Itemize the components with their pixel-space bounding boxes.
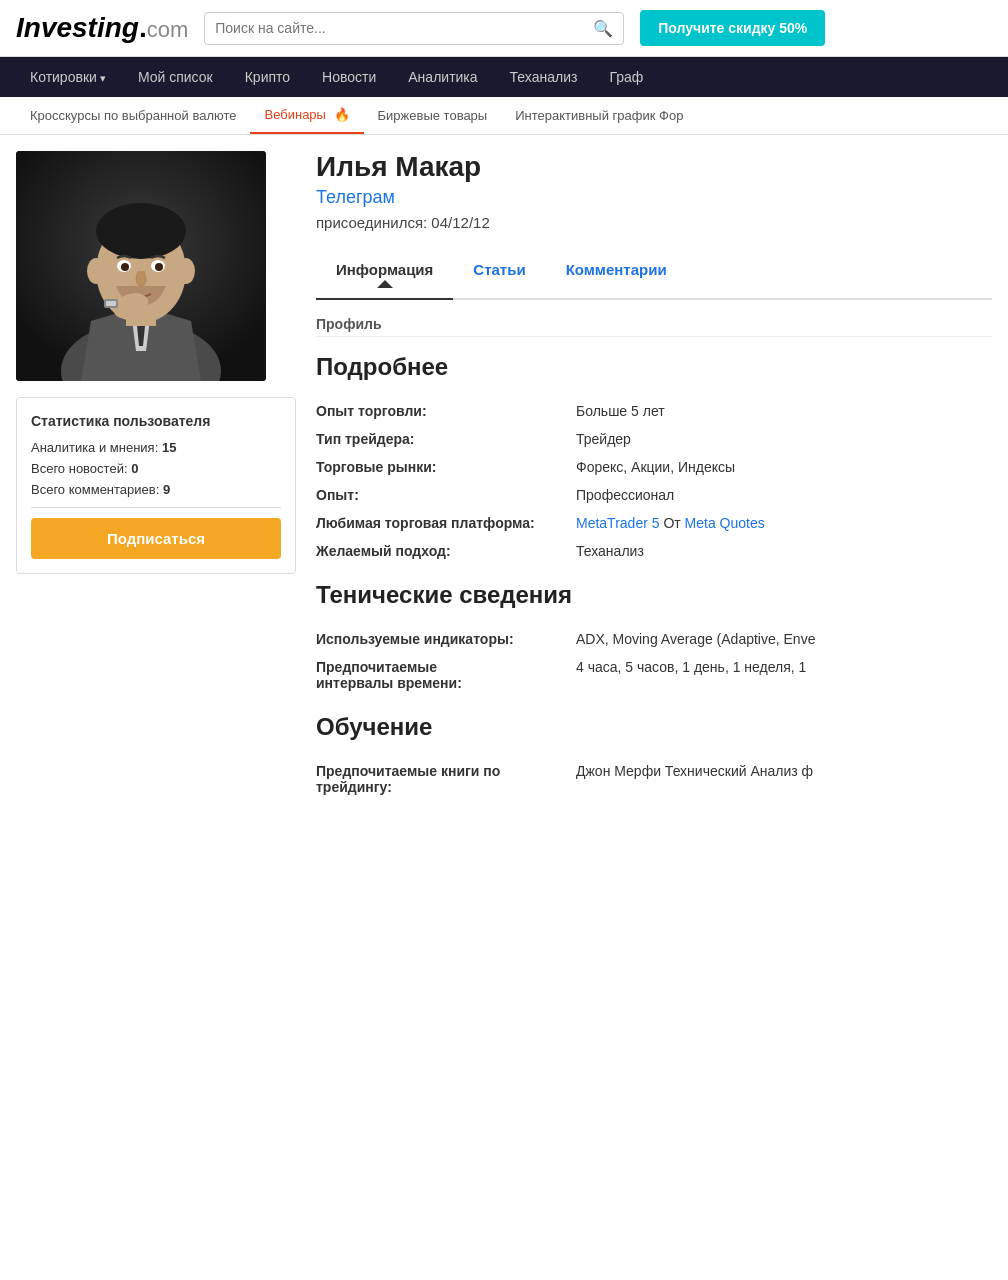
svg-rect-17 [106, 301, 116, 306]
metatrader-link[interactable]: MetaTrader 5 [576, 515, 660, 531]
logo-com: com [147, 17, 189, 42]
logo-investing: Investing [16, 12, 139, 43]
svg-point-12 [121, 263, 129, 271]
svg-point-7 [96, 203, 186, 259]
nav-item-crypto[interactable]: Крипто [231, 57, 304, 97]
stats-comments-label: Всего комментариев: [31, 482, 159, 497]
svg-point-9 [177, 258, 195, 284]
tab-comments[interactable]: Комментарии [546, 251, 687, 300]
detail-value-0: Больше 5 лет [576, 397, 992, 425]
table-row: Желаемый подход: Теханализ [316, 537, 992, 565]
stats-news-value: 0 [131, 461, 138, 476]
detail-key-0: Опыт торговли: [316, 397, 576, 425]
education-table: Предпочитаемые книги потрейдингу: Джон М… [316, 757, 992, 801]
content-area: Статистика пользователя Аналитика и мнен… [0, 135, 1008, 825]
nav-item-mylist[interactable]: Мой список [124, 57, 227, 97]
svg-point-13 [155, 263, 163, 271]
subnav-webinars[interactable]: Вебинары 🔥 [250, 97, 363, 134]
subnav-interactive-chart[interactable]: Интерактивный график Фор [501, 98, 697, 133]
technical-key-1: Предпочитаемыеинтервалы времени: [316, 653, 576, 697]
search-icon: 🔍 [593, 19, 613, 38]
subnav-commodities[interactable]: Биржевые товары [364, 98, 502, 133]
logo-dot: . [139, 12, 147, 43]
tab-articles[interactable]: Статьи [453, 251, 545, 300]
profile-telegram-link[interactable]: Телеграм [316, 187, 992, 208]
detail-value-3: Профессионал [576, 481, 992, 509]
stats-analytics-row: Аналитика и мнения: 15 [31, 440, 281, 455]
education-key-0: Предпочитаемые книги потрейдингу: [316, 757, 576, 801]
profile-joined: присоединился: 04/12/12 [316, 214, 992, 231]
tabs: Информация Статьи Комментарии [316, 251, 992, 300]
tab-information[interactable]: Информация [316, 251, 453, 300]
metaquotes-link[interactable]: Meta Quotes [685, 515, 765, 531]
table-row: Используемые индикаторы: ADX, Moving Ave… [316, 625, 992, 653]
table-row: Опыт торговли: Больше 5 лет [316, 397, 992, 425]
search-bar[interactable]: 🔍 [204, 12, 624, 45]
detail-key-2: Торговые рынки: [316, 453, 576, 481]
details-table: Опыт торговли: Больше 5 лет Тип трейдера… [316, 397, 992, 565]
stats-analytics-value: 15 [162, 440, 176, 455]
nav-item-techanalysis[interactable]: Теханализ [496, 57, 592, 97]
detail-key-1: Тип трейдера: [316, 425, 576, 453]
stats-box: Статистика пользователя Аналитика и мнен… [16, 397, 296, 574]
nav-bar: Котировки Мой список Крипто Новости Анал… [0, 57, 1008, 97]
technical-value-0: ADX, Moving Average (Adaptive, Enve [576, 625, 992, 653]
technical-value-1: 4 часа, 5 часов, 1 день, 1 неделя, 1 [576, 653, 992, 697]
logo: Investing.com [16, 12, 188, 44]
details-title: Подробнее [316, 353, 992, 381]
detail-key-3: Опыт: [316, 481, 576, 509]
fire-icon: 🔥 [334, 107, 350, 122]
detail-value-4: MetaTrader 5 От Meta Quotes [576, 509, 992, 537]
subnav-crossrates[interactable]: Кросскурсы по выбранной валюте [16, 98, 250, 133]
header: Investing.com 🔍 Получите скидку 50% [0, 0, 1008, 57]
svg-rect-15 [126, 306, 156, 326]
subscribe-button[interactable]: Подписаться [31, 518, 281, 559]
technical-key-0: Используемые индикаторы: [316, 625, 576, 653]
detail-value-1: Трейдер [576, 425, 992, 453]
detail-value-5: Теханализ [576, 537, 992, 565]
nav-item-news[interactable]: Новости [308, 57, 390, 97]
profile-section-label: Профиль [316, 316, 992, 337]
nav-item-kotировки[interactable]: Котировки [16, 57, 120, 97]
stats-news-row: Всего новостей: 0 [31, 461, 281, 476]
promo-button[interactable]: Получите скидку 50% [640, 10, 825, 46]
stats-comments-value: 9 [163, 482, 170, 497]
nav-item-analytics[interactable]: Аналитика [394, 57, 491, 97]
table-row: Торговые рынки: Форекс, Акции, Индексы [316, 453, 992, 481]
profile-name: Илья Макар [316, 151, 992, 183]
avatar-container [16, 151, 266, 381]
table-row: Предпочитаемыеинтервалы времени: 4 часа,… [316, 653, 992, 697]
stats-title: Статистика пользователя [31, 412, 281, 430]
table-row: Предпочитаемые книги потрейдингу: Джон М… [316, 757, 992, 801]
sub-nav: Кросскурсы по выбранной валюте Вебинары … [0, 97, 1008, 135]
technical-title: Тенические сведения [316, 581, 992, 609]
search-input[interactable] [215, 20, 593, 36]
stats-comments-row: Всего комментариев: 9 [31, 482, 281, 497]
table-row: Тип трейдера: Трейдер [316, 425, 992, 453]
nav-item-graf[interactable]: Граф [595, 57, 657, 97]
profile-main: Илья Макар Телеграм присоединился: 04/12… [316, 151, 992, 809]
detail-key-4: Любимая торговая платформа: [316, 509, 576, 537]
table-row: Опыт: Профессионал [316, 481, 992, 509]
table-row: Любимая торговая платформа: MetaTrader 5… [316, 509, 992, 537]
sidebar: Статистика пользователя Аналитика и мнен… [16, 151, 296, 588]
svg-point-8 [87, 258, 105, 284]
stats-news-label: Всего новостей: [31, 461, 128, 476]
stats-analytics-label: Аналитика и мнения: [31, 440, 158, 455]
detail-value-2: Форекс, Акции, Индексы [576, 453, 992, 481]
stats-divider [31, 507, 281, 508]
technical-table: Используемые индикаторы: ADX, Moving Ave… [316, 625, 992, 697]
tab-indicator [377, 280, 393, 288]
education-title: Обучение [316, 713, 992, 741]
education-value-0: Джон Мерфи Технический Анализ ф [576, 757, 992, 801]
avatar [16, 151, 266, 381]
detail-key-5: Желаемый подход: [316, 537, 576, 565]
